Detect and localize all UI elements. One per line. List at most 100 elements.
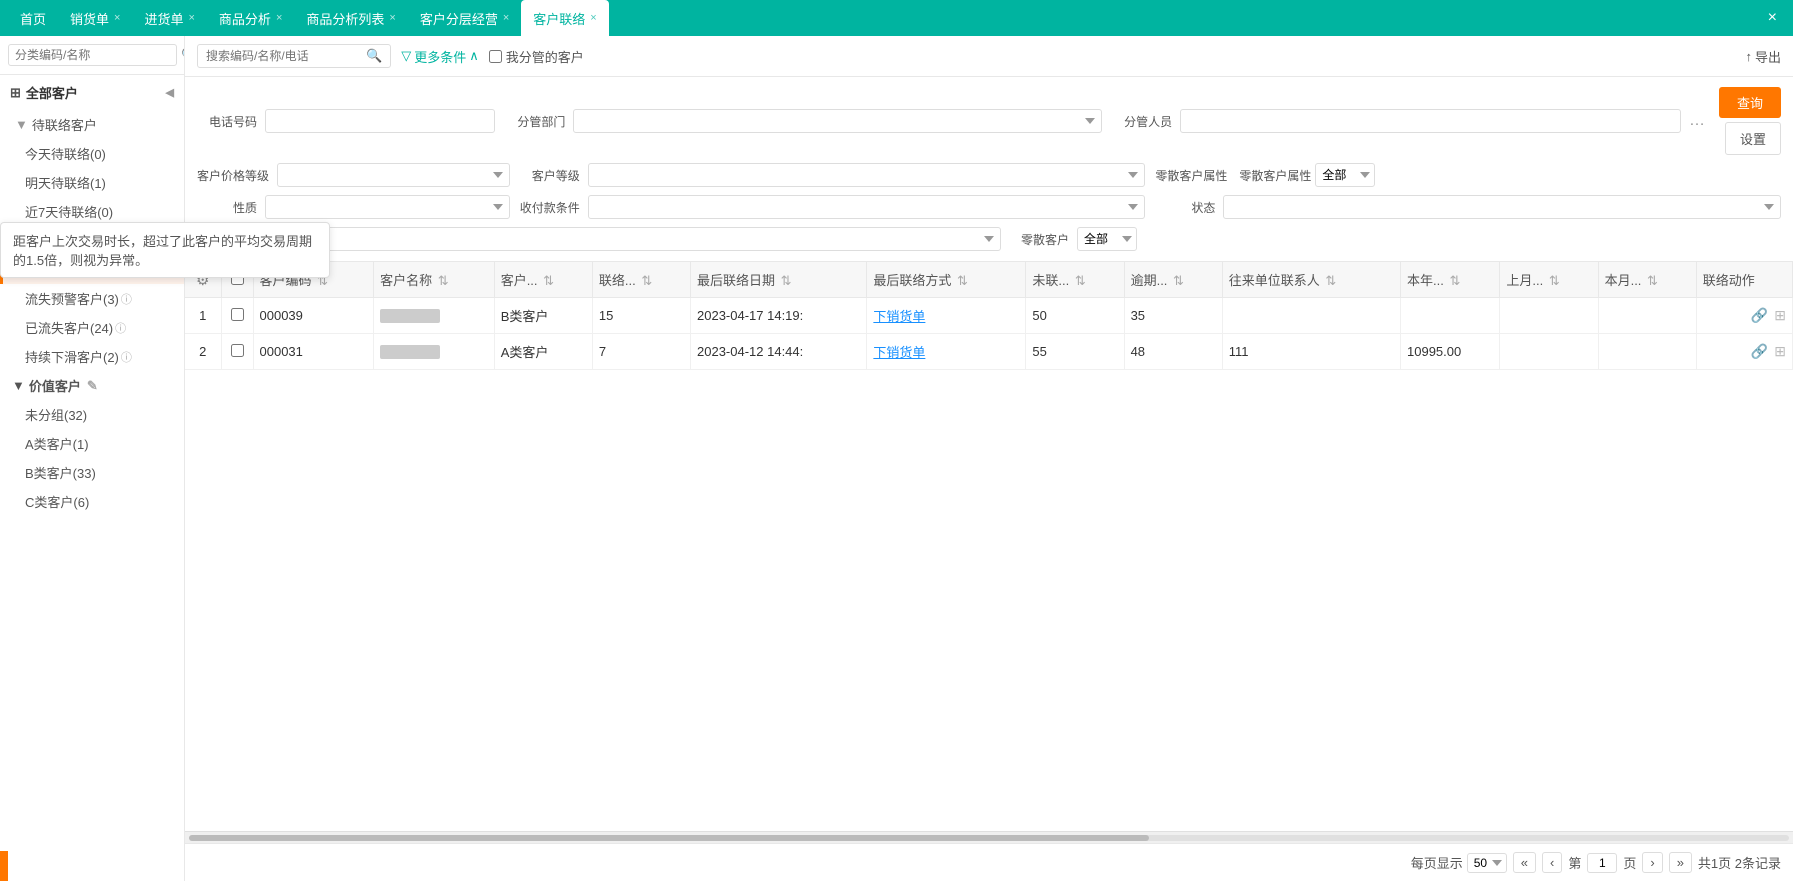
filter-field-customer-type: 客户类型 [229, 227, 1001, 251]
sidebar-item-today[interactable]: 今天待联络(0) [0, 139, 184, 168]
person-more-dots[interactable]: … [1685, 112, 1709, 130]
row-contact-2: 7 [592, 334, 690, 370]
next-page-button[interactable]: › [1642, 852, 1662, 873]
payment-select[interactable] [588, 195, 1146, 219]
retail-customer-select[interactable]: 全部 [1077, 227, 1137, 251]
window-close-button[interactable]: × [1760, 9, 1785, 27]
sort-date-icon[interactable]: ⇅ [781, 273, 792, 288]
sidebar-item-tomorrow[interactable]: 明天待联络(1) [0, 168, 184, 197]
sidebar-item-ungrouped[interactable]: 未分组(32) [0, 400, 184, 429]
search-input[interactable] [206, 49, 366, 63]
status-select[interactable] [1223, 195, 1781, 219]
sort-name-icon[interactable]: ⇅ [438, 273, 449, 288]
row-check-2 [221, 334, 253, 370]
action-link-icon-2[interactable]: 🔗 [1751, 343, 1768, 360]
person-input[interactable] [1180, 109, 1681, 133]
retail-attr-select[interactable]: 全部 [1315, 163, 1375, 187]
sort-thismonth-icon[interactable]: ⇅ [1647, 273, 1658, 288]
sidebar-item-declining[interactable]: 持续下滑客户(2) ⓘ [0, 342, 184, 371]
edit-icon[interactable]: ✎ [87, 378, 98, 394]
action-buttons: 查询 设置 [1719, 87, 1781, 155]
page-number-input[interactable] [1587, 853, 1617, 873]
phone-input[interactable] [265, 109, 495, 133]
horizontal-scrollbar[interactable] [185, 831, 1793, 843]
th-contact-action: 联络动作 [1696, 262, 1792, 298]
query-button[interactable]: 查询 [1719, 87, 1781, 118]
per-page-select[interactable]: 50 [1467, 853, 1507, 873]
th-last-contact-date: 最后联络日期 ⇅ [691, 262, 867, 298]
prev-page-button[interactable]: ‹ [1542, 852, 1562, 873]
nav-item-product-list[interactable]: 商品分析列表 × [294, 0, 407, 36]
customer-table: ⚙ 客户编码 ⇅ 客户名称 ⇅ [185, 262, 1793, 370]
action-grid-icon-1[interactable]: ⊞ [1774, 307, 1786, 324]
gender-select[interactable] [265, 195, 510, 219]
close-product-list-tab[interactable]: × [389, 12, 395, 24]
sort-overdue-icon[interactable]: ⇅ [1173, 273, 1184, 288]
scrollbar-thumb[interactable] [189, 835, 1149, 841]
table-row: 2 000031 [185, 334, 1793, 370]
sidebar-pending-contact-group[interactable]: ▼ 待联络客户 [0, 110, 184, 139]
row-this-year-1 [1401, 298, 1500, 334]
close-sales-tab[interactable]: × [114, 12, 120, 24]
sidebar-item-a-class[interactable]: A类客户(1) [0, 429, 184, 458]
settings-button[interactable]: 设置 [1725, 122, 1781, 155]
sidebar-search-input[interactable] [8, 44, 177, 66]
first-page-button[interactable]: « [1513, 852, 1536, 873]
close-customer-contact-tab[interactable]: × [590, 12, 596, 24]
price-level-select[interactable] [277, 163, 510, 187]
sort-not-contacted-icon[interactable]: ⇅ [1075, 273, 1086, 288]
sidebar-value-customer-group[interactable]: ▼ 价值客户 ✎ [0, 371, 184, 400]
per-page-area: 每页显示 50 [1411, 853, 1507, 873]
nav-item-purchase[interactable]: 进货单 × [132, 0, 206, 36]
filter-field-person: 分管人员 … [1112, 109, 1709, 133]
more-filter-button[interactable]: ▽ 更多条件 ∧ [401, 47, 479, 66]
row-checkbox-2[interactable] [231, 344, 244, 357]
last-page-button[interactable]: » [1669, 852, 1692, 873]
row-checkbox-1[interactable] [231, 308, 244, 321]
close-customer-segment-tab[interactable]: × [503, 12, 509, 24]
customer-level-select[interactable] [588, 163, 1146, 187]
filter-field-phone: 电话号码 [197, 109, 495, 133]
action-link-icon-1[interactable]: 🔗 [1751, 307, 1768, 324]
last-method-link-2[interactable]: 下销货单 [873, 345, 925, 360]
sort-level-icon[interactable]: ⇅ [543, 273, 554, 288]
sort-contact-icon[interactable]: ⇅ [641, 273, 652, 288]
sort-method-icon[interactable]: ⇅ [957, 273, 968, 288]
close-purchase-tab[interactable]: × [188, 12, 194, 24]
sidebar-item-b-class[interactable]: B类客户(33) [0, 458, 184, 487]
nav-item-customer-contact[interactable]: 客户联络 × [521, 0, 608, 36]
sidebar-all-customers-title[interactable]: ⊞ 全部客户 ◀ [0, 75, 184, 110]
close-product-analysis-tab[interactable]: × [276, 12, 282, 24]
row-contacts-person-1 [1222, 298, 1400, 334]
sort-year-icon[interactable]: ⇅ [1449, 273, 1460, 288]
tooltip-abnormal-repurchase: 距客户上次交易时长，超过了此客户的平均交易周期的1.5倍，则视为异常。 [0, 222, 330, 278]
sidebar-item-lost-warning[interactable]: 流失预警客户(3) ⓘ [0, 284, 184, 313]
row-overdue-1: 35 [1124, 298, 1222, 334]
nav-item-product-analysis[interactable]: 商品分析 × [207, 0, 294, 36]
my-customers-checkbox[interactable] [489, 50, 502, 63]
filter-row-3: 性质 收付款条件 状态 [197, 195, 1781, 219]
dept-select[interactable] [573, 109, 1102, 133]
customer-type-select[interactable] [297, 227, 1001, 251]
filter-row-2: 客户价格等级 客户等级 零散客户属性 零散客户属性 全部 [197, 163, 1781, 187]
row-level-1: B类客户 [494, 298, 592, 334]
sidebar-item-c-class[interactable]: C类客户(6) [0, 487, 184, 516]
row-level-2: A类客户 [494, 334, 592, 370]
action-grid-icon-2[interactable]: ⊞ [1774, 343, 1786, 360]
nav-item-customer-segment[interactable]: 客户分层经营 × [408, 0, 521, 36]
sidebar-item-already-lost[interactable]: 已流失客户(24) ⓘ [0, 313, 184, 342]
my-customers-checkbox-area: 我分管的客户 [489, 47, 584, 66]
sort-lastmonth-icon[interactable]: ⇅ [1549, 273, 1560, 288]
th-last-month: 上月... ⇅ [1500, 262, 1598, 298]
scrollbar-track [189, 835, 1789, 841]
nav-item-sales[interactable]: 销货单 × [58, 0, 132, 36]
nav-item-home[interactable]: 首页 [8, 0, 58, 36]
th-not-contacted: 未联... ⇅ [1026, 262, 1124, 298]
row-not-contacted-2: 55 [1026, 334, 1124, 370]
last-method-link-1[interactable]: 下销货单 [873, 309, 925, 324]
row-num-2: 2 [185, 334, 221, 370]
search-icon[interactable]: 🔍 [366, 48, 382, 64]
sort-cp-icon[interactable]: ⇅ [1325, 273, 1336, 288]
export-button[interactable]: ↑ 导出 [1745, 47, 1781, 66]
row-contact-1: 15 [592, 298, 690, 334]
